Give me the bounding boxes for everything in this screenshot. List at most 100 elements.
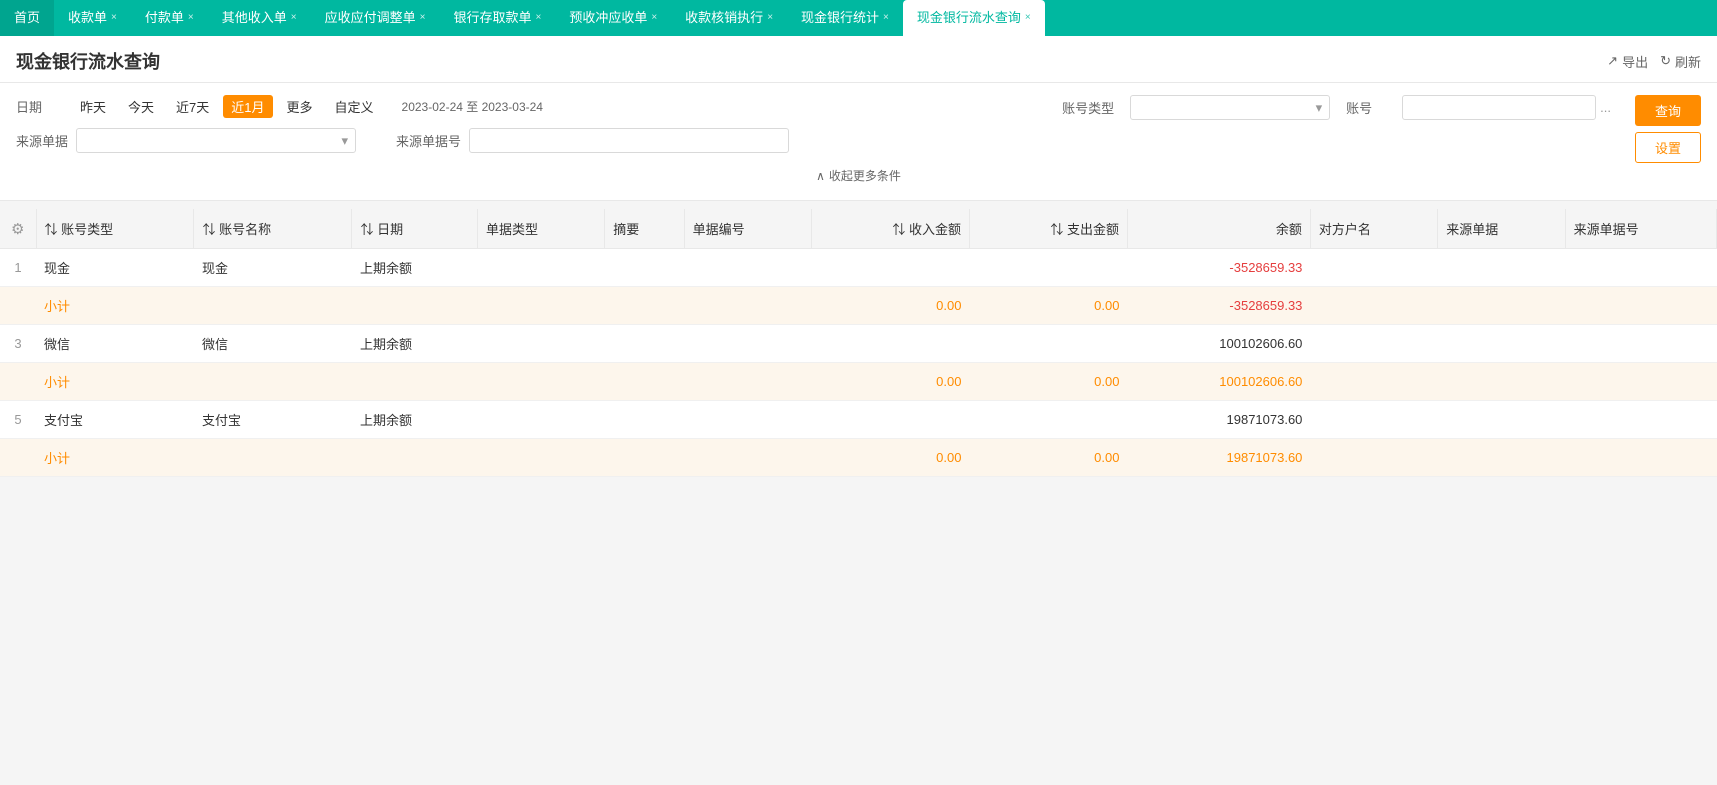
account-input-wrap: ... [1402, 95, 1611, 120]
cell-doc-type [477, 363, 604, 401]
right-buttons: 查询 设置 [1635, 95, 1701, 163]
table-header: ⚙ ⇅ 账号类型 ⇅ 账号名称 ⇅ 日期 单据类型 摘要 单据编 [0, 209, 1717, 249]
table-row[interactable]: 小计 0.00 0.00 -3528659.33 [0, 287, 1717, 325]
refresh-icon: ↻ [1660, 53, 1671, 69]
cell-balance: -3528659.33 [1127, 249, 1310, 287]
cell-source-doc-no [1565, 363, 1716, 401]
page-header: 现金银行流水查询 ↗ 导出 ↻ 刷新 [0, 36, 1717, 83]
query-button[interactable]: 查询 [1635, 95, 1701, 126]
col-account-name: ⇅ 账号名称 [194, 209, 352, 249]
cell-doc-no [684, 249, 811, 287]
collapse-label: 收起更多条件 [829, 167, 901, 184]
col-summary-label: 摘要 [613, 222, 639, 237]
col-account-name-label: ⇅ 账号名称 [202, 222, 271, 237]
cell-counterpart [1310, 439, 1437, 477]
export-button[interactable]: ↗ 导出 [1607, 52, 1648, 71]
header-actions: ↗ 导出 ↻ 刷新 [1607, 52, 1701, 71]
cell-account-type: 小计 [36, 287, 194, 325]
date-range-display: 2023-02-24 至 2023-03-24 [402, 98, 543, 115]
export-icon: ↗ [1607, 53, 1618, 69]
nav-bank-close[interactable]: × [535, 0, 541, 36]
source-doc-select-wrap [76, 128, 356, 153]
col-doc-no-label: 单据编号 [693, 222, 745, 237]
cell-no [0, 287, 36, 325]
date-btn-today[interactable]: 今天 [120, 95, 162, 118]
account-dots[interactable]: ... [1600, 100, 1611, 115]
date-btn-custom[interactable]: 自定义 [327, 95, 382, 118]
account-type-select[interactable] [1130, 95, 1330, 120]
nav-item-receipt[interactable]: 收款单 × [54, 0, 131, 36]
export-label: 导出 [1622, 52, 1648, 71]
cell-summary [605, 249, 684, 287]
date-btn-yesterday[interactable]: 昨天 [72, 95, 114, 118]
source-doc-no-label: 来源单据号 [396, 131, 461, 150]
date-btn-more[interactable]: 更多 [279, 95, 321, 118]
nav-receipt-close[interactable]: × [111, 0, 117, 36]
cell-source-doc [1438, 363, 1565, 401]
nav-item-payment[interactable]: 付款单 × [131, 0, 208, 36]
col-counterpart: 对方户名 [1310, 209, 1437, 249]
cell-expense: 0.00 [969, 363, 1127, 401]
date-btn-1month[interactable]: 近1月 [223, 95, 272, 118]
table-row[interactable]: 5 支付宝 支付宝 上期余额 19871073.60 [0, 401, 1717, 439]
refresh-button[interactable]: ↻ 刷新 [1660, 52, 1701, 71]
nav-bank-label: 银行存取款单 [453, 0, 531, 36]
gear-icon[interactable]: ⚙ [11, 221, 24, 238]
table-row[interactable]: 1 现金 现金 上期余额 -3528659.33 [0, 249, 1717, 287]
nav-stats-close[interactable]: × [883, 0, 889, 36]
col-doc-type-label: 单据类型 [486, 222, 538, 237]
cell-date: 上期余额 [352, 325, 477, 363]
source-filter-row: 来源单据 来源单据号 [16, 128, 1038, 153]
nav-payment-close[interactable]: × [188, 0, 194, 36]
table-row[interactable]: 小计 0.00 0.00 100102606.60 [0, 363, 1717, 401]
cell-doc-type [477, 401, 604, 439]
cell-doc-no [684, 401, 811, 439]
cell-income: 0.00 [812, 439, 970, 477]
nav-item-prepay[interactable]: 预收冲应收单 × [555, 0, 671, 36]
nav-home-label: 首页 [14, 0, 40, 36]
nav-flow-close[interactable]: × [1025, 0, 1031, 36]
date-options: 昨天 今天 近7天 近1月 更多 自定义 [72, 95, 382, 118]
source-doc-no-item: 来源单据号 [396, 128, 789, 153]
nav-item-verify[interactable]: 收款核销执行 × [671, 0, 787, 36]
nav-verify-close[interactable]: × [767, 0, 773, 36]
cell-balance: 19871073.60 [1127, 401, 1310, 439]
col-source-doc-no-label: 来源单据号 [1574, 222, 1639, 237]
nav-prepay-close[interactable]: × [651, 0, 657, 36]
col-counterpart-label: 对方户名 [1319, 222, 1371, 237]
nav-prepay-label: 预收冲应收单 [569, 0, 647, 36]
nav-item-flow[interactable]: 现金银行流水查询 × [903, 0, 1045, 36]
top-nav: 首页 收款单 × 付款单 × 其他收入单 × 应收应付调整单 × 银行存取款单 … [0, 0, 1717, 36]
col-doc-type: 单据类型 [477, 209, 604, 249]
refresh-label: 刷新 [1675, 52, 1701, 71]
cell-source-doc [1438, 439, 1565, 477]
collapse-up-icon: ∧ [816, 169, 825, 183]
table-row[interactable]: 3 微信 微信 上期余额 100102606.60 [0, 325, 1717, 363]
col-source-doc-no: 来源单据号 [1565, 209, 1716, 249]
nav-other-income-close[interactable]: × [291, 0, 297, 36]
filter-area: 日期 昨天 今天 近7天 近1月 更多 自定义 2023-02-24 至 202… [0, 83, 1717, 201]
source-doc-no-input[interactable] [469, 128, 789, 153]
nav-item-bank[interactable]: 银行存取款单 × [439, 0, 555, 36]
nav-adjust-close[interactable]: × [420, 0, 426, 36]
cell-income [812, 325, 970, 363]
nav-item-stats[interactable]: 现金银行统计 × [787, 0, 903, 36]
source-doc-select[interactable] [76, 128, 356, 153]
table-area: ⚙ ⇅ 账号类型 ⇅ 账号名称 ⇅ 日期 单据类型 摘要 单据编 [0, 209, 1717, 477]
cell-doc-no [684, 325, 811, 363]
nav-item-home[interactable]: 首页 [0, 0, 54, 36]
nav-item-other-income[interactable]: 其他收入单 × [208, 0, 311, 36]
table-row[interactable]: 小计 0.00 0.00 19871073.60 [0, 439, 1717, 477]
cell-date: 上期余额 [352, 401, 477, 439]
nav-item-adjust[interactable]: 应收应付调整单 × [311, 0, 440, 36]
cell-expense: 0.00 [969, 287, 1127, 325]
col-date: ⇅ 日期 [352, 209, 477, 249]
account-input[interactable] [1402, 95, 1596, 120]
collapse-bar[interactable]: ∧ 收起更多条件 [16, 163, 1701, 188]
settings-button[interactable]: 设置 [1635, 132, 1701, 163]
cell-counterpart [1310, 401, 1437, 439]
date-btn-7days[interactable]: 近7天 [168, 95, 217, 118]
col-source-doc: 来源单据 [1438, 209, 1565, 249]
col-expense: ⇅ 支出金额 [969, 209, 1127, 249]
account-label: 账号 [1346, 98, 1386, 117]
